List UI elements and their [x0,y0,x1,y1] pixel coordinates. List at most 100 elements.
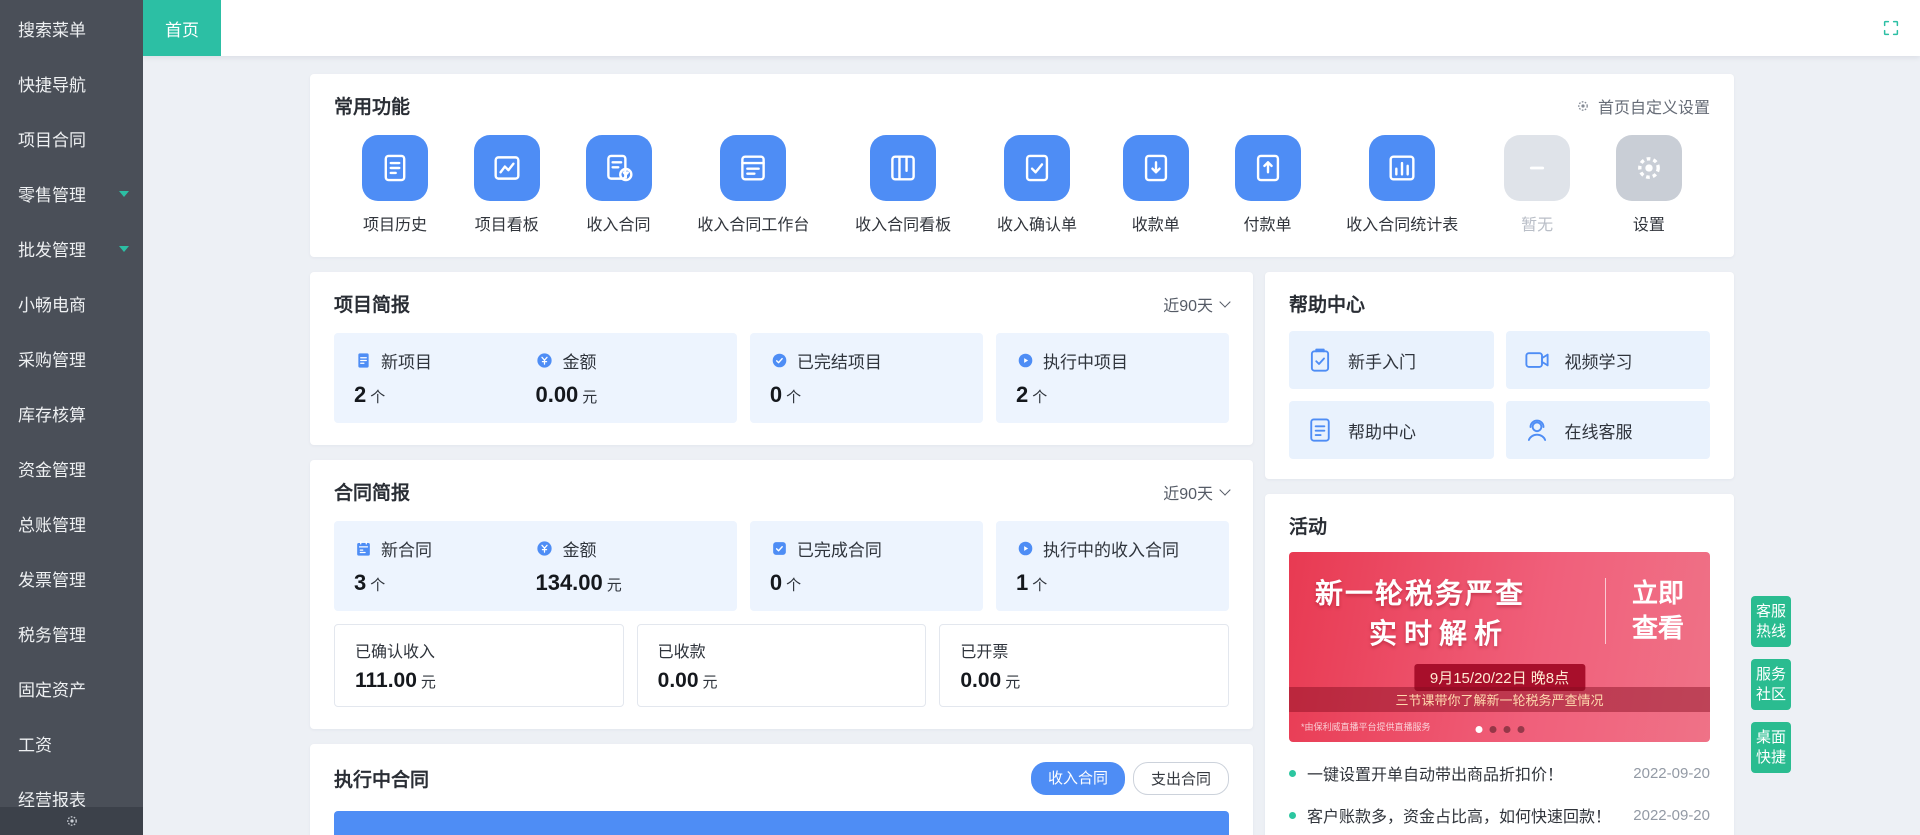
carousel-dot[interactable] [1503,726,1510,733]
sidebar-settings-button[interactable] [0,807,143,835]
check-circle-icon [772,353,787,368]
help-center-card: 帮助中心 新手入门 视频学习 帮助中心 在线客服 [1265,272,1734,479]
sidebar-item-inventory-accounting[interactable]: 库存核算 [0,386,143,441]
check-square-icon [773,542,786,555]
service-hotline-button[interactable]: 客服热线 [1751,596,1791,647]
document-icon [1310,418,1330,442]
receipt-voucher-icon [1144,154,1167,182]
tile-income-contract-stats[interactable]: 收入合同统计表 [1346,135,1458,235]
sidebar-item-wholesale-mgmt[interactable]: 批发管理 [0,221,143,276]
banner-headline-2: 实时解析 [1369,618,1510,649]
news-text: 一键设置开单自动带出商品折扣价！ [1307,767,1564,784]
income-contract-stats-icon [1389,155,1415,181]
button-label: 客服热线 [1756,603,1787,640]
sidebar-item-tax-mgmt[interactable]: 税务管理 [0,606,143,661]
sidebar-item-label: 小畅电商 [18,296,86,315]
sidebar-item-ecommerce[interactable]: 小畅电商 [0,276,143,331]
sidebar-item-label: 库存核算 [18,406,86,425]
topbar: 首页 [143,0,1920,56]
tile-income-contract[interactable]: 收入合同 [585,135,652,235]
stat-label: 金额 [562,541,597,560]
tile-income-confirm[interactable]: 收入确认单 [997,135,1077,235]
sidebar-item-project-contract[interactable]: 项目合同 [0,111,143,166]
tile-income-contract-workbench[interactable]: 收入合同工作台 [697,135,809,235]
income-contract-kanban-icon [891,155,915,181]
carousel-dot[interactable] [1489,726,1496,733]
quick-function-tiles: 项目历史 项目看板 收入合同 收入合同工作台 收入合同看板 收入确认单 收款单 … [334,135,1710,235]
total-value: 0.00 [657,669,699,692]
button-label: 服务社区 [1756,666,1787,703]
tile-income-contract-kanban[interactable]: 收入合同看板 [855,135,951,235]
settings-gear-icon [1637,157,1660,179]
banner-cta[interactable]: 立即查看 [1632,576,1684,646]
fullscreen-icon[interactable] [1882,19,1900,37]
contract-table-header [334,811,1229,835]
stat-label: 新合同 [381,541,432,560]
headset-agent-icon [1527,419,1546,441]
activity-banner[interactable]: 新一轮税务严查 实时解析 立即查看 9月15/20/22日 晚8点 三节课带你了… [1289,552,1710,742]
sidebar-item-search-menu[interactable]: 搜索菜单 [0,0,143,56]
sidebar-item-invoice-mgmt[interactable]: 发票管理 [0,551,143,606]
stat-value: 2 [1015,382,1029,407]
tile-payment-voucher[interactable]: 付款单 [1234,135,1301,235]
tile-empty-slot[interactable]: 暂无 [1504,135,1571,235]
total-label: 已开票 [960,644,1009,661]
tile-settings[interactable]: 设置 [1615,135,1682,235]
news-item[interactable]: 一键设置开单自动带出商品折扣价！ 2022-09-20 [1289,752,1710,794]
card-title: 执行中合同 [334,770,430,791]
gear-icon [66,816,77,826]
sidebar-item-purchase-mgmt[interactable]: 采购管理 [0,331,143,386]
sidebar-item-retail-mgmt[interactable]: 零售管理 [0,166,143,221]
stat-value: 0 [769,570,783,595]
stat-unit: 个 [786,577,802,594]
sidebar-item-label: 快捷导航 [18,76,86,95]
contract-range-dropdown[interactable]: 近90天 [1163,480,1231,504]
tab-home[interactable]: 首页 [143,0,221,56]
tile-receipt-voucher[interactable]: 收款单 [1122,135,1189,235]
chevron-down-icon [119,245,129,252]
sidebar-item-salary[interactable]: 工资 [0,716,143,771]
help-item-video-learning[interactable]: 视频学习 [1505,331,1710,389]
news-date: 2022-09-20 [1633,764,1710,782]
card-title: 活动 [1289,517,1328,538]
gear-icon [1578,100,1588,111]
sidebar-item-quick-nav[interactable]: 快捷导航 [0,56,143,111]
total-label: 已确认收入 [355,644,436,661]
help-item-label: 在线客服 [1564,422,1633,442]
sidebar-item-fund-mgmt[interactable]: 资金管理 [0,441,143,496]
help-item-getting-started[interactable]: 新手入门 [1289,331,1494,389]
project-range-dropdown[interactable]: 近90天 [1163,292,1231,316]
tile-label: 收入合同 [586,217,651,234]
sidebar: 搜索菜单 快捷导航 项目合同 零售管理 批发管理 小畅电商 采购管理 库存核算 … [0,0,143,835]
tab-income-contract[interactable]: 收入合同 [1030,762,1125,795]
card-title: 项目简报 [334,295,411,316]
sidebar-item-label: 批发管理 [18,241,86,260]
news-item[interactable]: 客户账款多，资金占比高，如何快速回款！ 2022-09-20 [1289,794,1710,835]
desktop-shortcut-button[interactable]: 桌面快捷 [1751,722,1791,773]
carousel-dot[interactable] [1475,726,1482,733]
help-item-online-service[interactable]: 在线客服 [1505,401,1710,459]
tab-expense-contract[interactable]: 支出合同 [1132,762,1229,795]
card-title: 常用功能 [334,97,411,118]
carousel-dot[interactable] [1517,726,1524,733]
home-customize-settings-button[interactable]: 首页自定义设置 [1575,94,1710,118]
tile-project-kanban[interactable]: 项目看板 [473,135,540,235]
sidebar-item-label: 资金管理 [18,461,86,480]
income-contract-workbench-icon [741,155,766,181]
tile-project-history[interactable]: 项目历史 [362,135,428,235]
chevron-down-icon [119,190,129,197]
tile-label: 收入合同看板 [855,217,952,234]
service-community-button[interactable]: 服务社区 [1751,659,1791,710]
banner-headline-1: 新一轮税务严查 [1315,578,1526,609]
total-received: 已收款 0.00 元 [636,624,927,707]
help-item-help-center[interactable]: 帮助中心 [1289,401,1494,459]
sidebar-item-fixed-assets[interactable]: 固定资产 [0,661,143,716]
tile-label: 设置 [1632,217,1665,234]
range-label: 近90天 [1163,485,1213,503]
stat-value: 3 [354,570,367,595]
sidebar-item-general-ledger[interactable]: 总账管理 [0,496,143,551]
project-stat-group: 新项目 2个 金额 0.00 元 [334,333,737,423]
calendar-icon [357,540,370,556]
empty-slot-icon [1530,166,1545,170]
income-contract-icon [606,154,633,182]
